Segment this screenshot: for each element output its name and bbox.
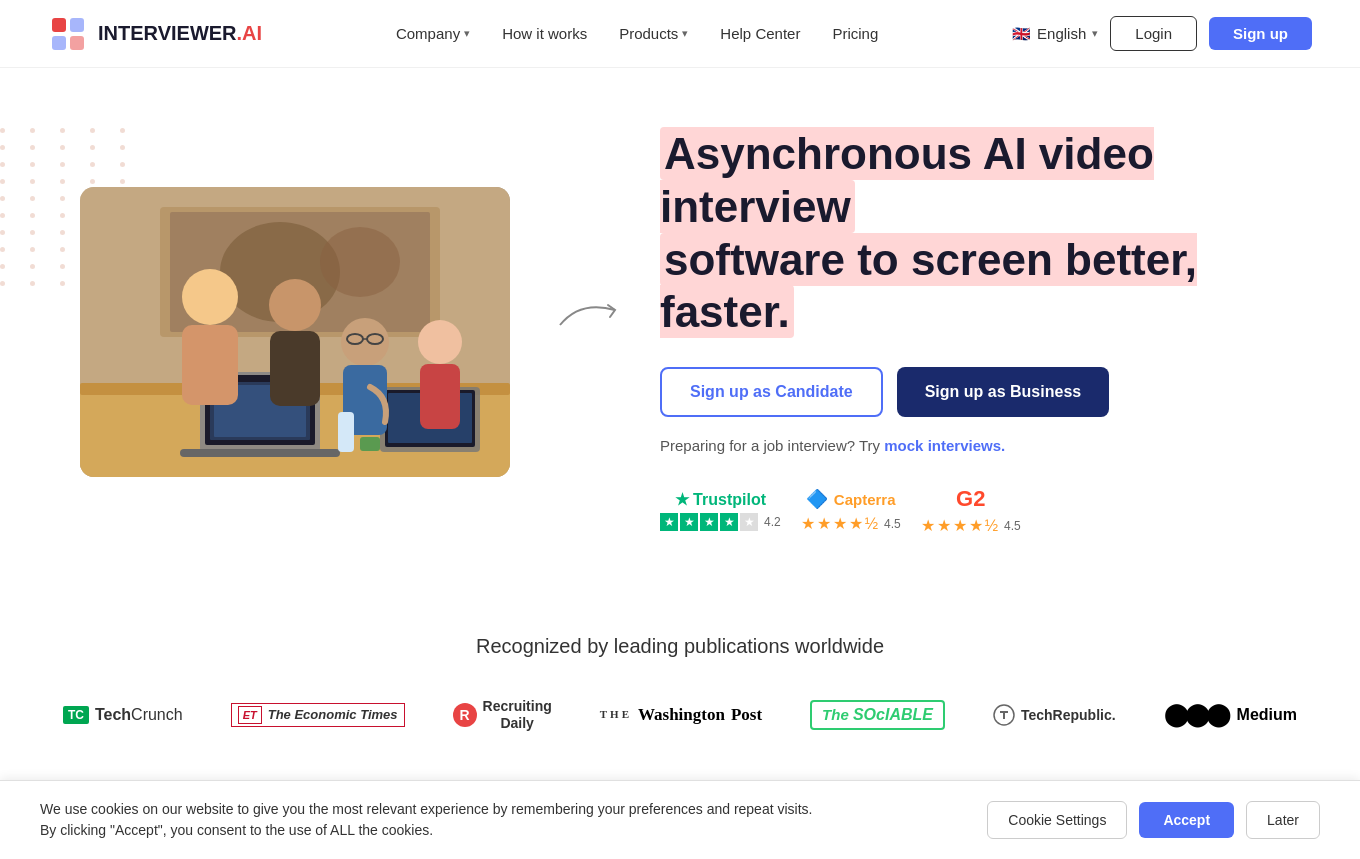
- techcrunch-logo: TC TechCrunch: [63, 706, 183, 724]
- mock-interviews-link[interactable]: mock interviews.: [884, 437, 1005, 454]
- svg-rect-32: [360, 437, 380, 451]
- nav-item-products[interactable]: Products ▾: [619, 25, 688, 42]
- svg-point-22: [269, 279, 321, 331]
- hero-image: [80, 187, 510, 477]
- washington-post-logo: The Washington Post: [600, 705, 762, 725]
- navbar: INTERVIEWER.AI Company ▾ How it works Pr…: [0, 0, 1360, 68]
- tech-republic-icon: [993, 704, 1015, 726]
- hero-title: Asynchronous AI video interview software…: [660, 128, 1312, 339]
- capterra-rating: 🔷 Capterra ★ ★ ★ ★ ½ 4.5: [801, 488, 901, 533]
- cookie-settings-button[interactable]: Cookie Settings: [987, 801, 1127, 839]
- logo[interactable]: INTERVIEWER.AI: [48, 14, 262, 54]
- cookie-banner: We use cookies on our website to give yo…: [0, 780, 1360, 859]
- sociable-logo: The SOcIABLE: [810, 700, 945, 730]
- g2-logo: G2: [956, 486, 985, 512]
- signup-button[interactable]: Sign up: [1209, 17, 1312, 50]
- trustpilot-score: 4.2: [764, 515, 781, 529]
- hero-image-container: [80, 187, 580, 477]
- g2-rating: G2 ★ ★ ★ ★ ½ 4.5: [921, 486, 1021, 535]
- logo-icon: [48, 14, 88, 54]
- capterra-logo-icon: 🔷: [806, 488, 828, 510]
- cookie-accept-button[interactable]: Accept: [1139, 802, 1234, 838]
- svg-rect-2: [70, 18, 84, 32]
- svg-point-9: [320, 227, 400, 297]
- capterra-stars: ★ ★ ★ ★ ½ 4.5: [801, 514, 901, 533]
- publications-title: Recognized by leading publications world…: [48, 635, 1312, 658]
- svg-rect-3: [52, 36, 66, 50]
- cookie-actions: Cookie Settings Accept Later: [987, 801, 1320, 839]
- signup-candidate-button[interactable]: Sign up as Candidate: [660, 367, 883, 417]
- trustpilot-logo: ★ Trustpilot: [675, 490, 766, 509]
- trustpilot-rating: ★ Trustpilot ★ ★ ★ ★ ★ 4.2: [660, 490, 781, 531]
- login-button[interactable]: Login: [1110, 16, 1197, 51]
- language-selector[interactable]: 🇬🇧 English ▾: [1012, 25, 1098, 43]
- medium-logo: ⬤⬤⬤ Medium: [1164, 702, 1297, 728]
- svg-rect-30: [420, 364, 460, 429]
- capterra-score: 4.5: [884, 517, 901, 531]
- svg-point-29: [418, 320, 462, 364]
- chevron-down-icon: ▾: [682, 27, 688, 40]
- svg-point-20: [182, 269, 238, 325]
- svg-rect-31: [338, 412, 354, 452]
- nav-item-company[interactable]: Company ▾: [396, 25, 470, 42]
- svg-rect-21: [182, 325, 238, 405]
- flag-icon: 🇬🇧: [1012, 25, 1031, 43]
- logo-text: INTERVIEWER.AI: [98, 22, 262, 45]
- hero-section: Asynchronous AI video interview software…: [0, 68, 1360, 595]
- economic-times-logo: ET The Economic Times: [231, 703, 405, 727]
- chevron-down-icon: ▾: [1092, 27, 1098, 40]
- recruiting-daily-logo: R RecruitingDaily: [453, 698, 552, 732]
- ratings-section: ★ Trustpilot ★ ★ ★ ★ ★ 4.2 🔷 Capterra: [660, 486, 1312, 535]
- recruiting-daily-icon: R: [453, 703, 477, 727]
- svg-rect-16: [180, 449, 340, 457]
- nav-item-how-it-works[interactable]: How it works: [502, 25, 587, 42]
- signup-business-button[interactable]: Sign up as Business: [897, 367, 1109, 417]
- hero-buttons: Sign up as Candidate Sign up as Business: [660, 367, 1312, 417]
- cookie-later-button[interactable]: Later: [1246, 801, 1320, 839]
- g2-score: 4.5: [1004, 519, 1021, 533]
- nav-item-pricing[interactable]: Pricing: [832, 25, 878, 42]
- nav-item-help-center[interactable]: Help Center: [720, 25, 800, 42]
- tech-republic-logo: TechRepublic.: [993, 704, 1116, 726]
- hero-content: Asynchronous AI video interview software…: [580, 128, 1312, 535]
- cookie-text: We use cookies on our website to give yo…: [40, 799, 820, 841]
- hero-subtext: Preparing for a job interview? Try mock …: [660, 437, 1312, 454]
- logo-text-ai: .AI: [237, 22, 263, 44]
- chevron-down-icon: ▾: [464, 27, 470, 40]
- nav-links: Company ▾ How it works Products ▾ Help C…: [396, 25, 878, 42]
- g2-stars: ★ ★ ★ ★ ½ 4.5: [921, 516, 1021, 535]
- svg-rect-4: [70, 36, 84, 50]
- arrow-decoration: [550, 295, 630, 339]
- trustpilot-stars: ★ ★ ★ ★ ★ 4.2: [660, 513, 781, 531]
- capterra-logo: Capterra: [834, 491, 896, 508]
- nav-actions: 🇬🇧 English ▾ Login Sign up: [1012, 16, 1312, 51]
- svg-rect-1: [52, 18, 66, 32]
- svg-rect-23: [270, 331, 320, 406]
